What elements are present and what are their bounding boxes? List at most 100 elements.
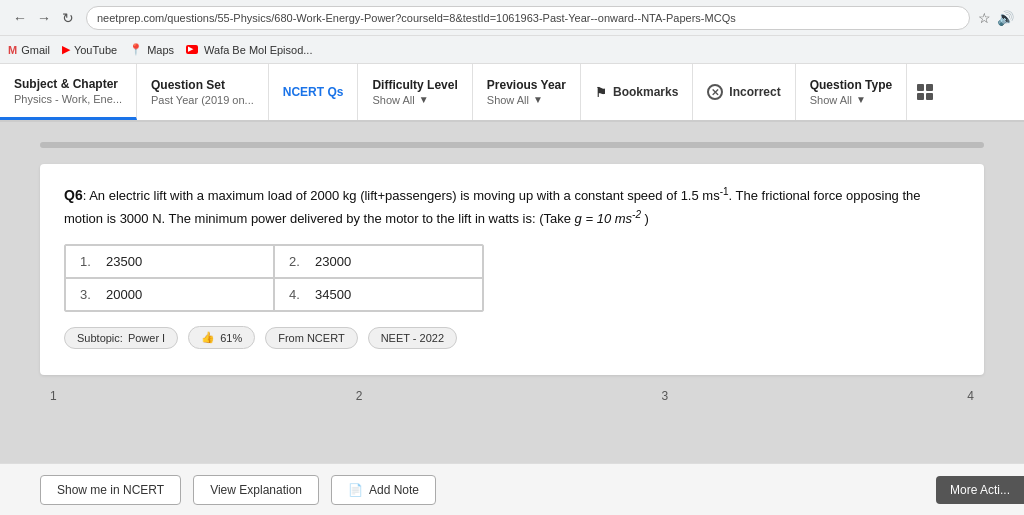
page-2[interactable]: 2 [356,389,363,403]
bookmark-wafa[interactable]: ▶ Wafa Be Mol Episod... [186,44,312,56]
add-note-button[interactable]: 📄 Add Note [331,475,436,505]
from-ncert-label: From NCERT [278,332,344,344]
option-4[interactable]: 4. 34500 [274,278,483,311]
option-3[interactable]: 3. 20000 [65,278,274,311]
address-bar[interactable]: neetprep.com/questions/55-Physics/680-Wo… [86,6,970,30]
exam-label: NEET - 2022 [381,332,444,344]
nav-buttons: ← → ↻ [10,8,78,28]
scroll-bar-hint[interactable] [40,142,984,148]
ncert-qs-label: NCERT Qs [283,85,344,99]
previous-year-filter[interactable]: Previous Year Show All ▼ [473,64,581,120]
option-4-num: 4. [289,287,305,302]
more-actions-button[interactable]: More Acti... [936,476,1024,504]
subtopic-tag[interactable]: Subtopic: Power I [64,327,178,349]
question-number: Q6 [64,187,83,203]
note-icon: 📄 [348,483,363,497]
option-1-num: 1. [80,254,96,269]
filter-toolbar: Subject & Chapter Physics - Work, Ene...… [0,64,1024,122]
question-set-value: Past Year (2019 on... [151,94,254,106]
page-1[interactable]: 1 [50,389,57,403]
options-grid: 1. 23500 2. 23000 3. 20000 4. 34500 [64,244,484,312]
exam-tag[interactable]: NEET - 2022 [368,327,457,349]
bookmark-youtube[interactable]: ▶ YouTube [62,43,117,56]
difficulty-dropdown-arrow: ▼ [419,94,429,105]
option-2[interactable]: 2. 23000 [274,245,483,278]
subtopic-value: Power I [128,332,165,344]
gmail-icon: M [8,44,17,56]
page-3[interactable]: 3 [662,389,669,403]
page-4[interactable]: 4 [967,389,974,403]
show-ncert-button[interactable]: Show me in NCERT [40,475,181,505]
option-2-value: 23000 [315,254,351,269]
option-1-value: 23500 [106,254,142,269]
show-ncert-label: Show me in NCERT [57,483,164,497]
question-type-value: Show All [810,94,852,106]
gmail-label: Gmail [21,44,50,56]
subject-chapter-value: Physics - Work, Ene... [14,93,122,105]
bookmarks-bar: M Gmail ▶ YouTube 📍 Maps ▶ Wafa Be Mol E… [0,36,1024,64]
bookmark-maps[interactable]: 📍 Maps [129,43,174,56]
question-formula: g = 10 ms-2 [575,211,645,226]
pagination-area: 1 2 3 4 [40,389,984,403]
option-3-num: 3. [80,287,96,302]
action-bar: Show me in NCERT View Explanation 📄 Add … [0,463,1024,515]
question-set-filter[interactable]: Question Set Past Year (2019 on... [137,64,269,120]
option-1[interactable]: 1. 23500 [65,245,274,278]
question-card: Q6: An electric lift with a maximum load… [40,164,984,375]
view-explanation-label: View Explanation [210,483,302,497]
bookmarks-filter[interactable]: ⚑ Bookmarks [581,64,693,120]
more-actions-label: More Acti... [950,483,1010,497]
url-text: neetprep.com/questions/55-Physics/680-Wo… [97,12,736,24]
tags-row: Subtopic: Power I 👍 61% From NCERT NEET … [64,326,960,349]
accuracy-tag[interactable]: 👍 61% [188,326,255,349]
option-2-num: 2. [289,254,305,269]
maps-label: Maps [147,44,174,56]
wafa-label: Wafa Be Mol Episod... [204,44,312,56]
question-type-filter[interactable]: Question Type Show All ▼ [796,64,907,120]
youtube-label: YouTube [74,44,117,56]
incorrect-x-icon: ✕ [707,84,723,100]
bookmark-gmail[interactable]: M Gmail [8,44,50,56]
question-type-label: Question Type [810,78,892,92]
option-3-value: 20000 [106,287,142,302]
previous-year-value: Show All [487,94,529,106]
reload-button[interactable]: ↻ [58,8,78,28]
previous-year-dropdown-arrow: ▼ [533,94,543,105]
main-content: Q6: An electric lift with a maximum load… [0,122,1024,515]
accuracy-value: 61% [220,332,242,344]
difficulty-level-filter[interactable]: Difficulty Level Show All ▼ [358,64,472,120]
audio-icon[interactable]: 🔊 [997,10,1014,26]
ncert-tag[interactable]: From NCERT [265,327,357,349]
difficulty-level-value: Show All [372,94,414,106]
question-body-text: An electric lift with a maximum load of … [89,188,719,203]
subject-chapter-label: Subject & Chapter [14,77,122,91]
maps-icon: 📍 [129,43,143,56]
question-superscript1: -1 [720,186,729,197]
difficulty-level-label: Difficulty Level [372,78,457,92]
subtopic-label: Subtopic: [77,332,123,344]
grid-squares-icon [917,84,933,100]
star-icon[interactable]: ☆ [978,10,991,26]
browser-bar: ← → ↻ neetprep.com/questions/55-Physics/… [0,0,1024,36]
incorrect-filter[interactable]: ✕ Incorrect [693,64,795,120]
question-text3: ) [645,211,649,226]
ncert-qs-filter[interactable]: NCERT Qs [269,64,359,120]
view-explanation-button[interactable]: View Explanation [193,475,319,505]
question-type-dropdown-arrow: ▼ [856,94,866,105]
youtube-icon: ▶ [62,43,70,56]
option-4-value: 34500 [315,287,351,302]
grid-view-icon[interactable] [907,64,943,120]
previous-year-label: Previous Year [487,78,566,92]
wafa-icon: ▶ [186,45,198,54]
thumb-icon: 👍 [201,331,215,344]
browser-action-icons: ☆ 🔊 [978,10,1014,26]
add-note-label: Add Note [369,483,419,497]
question-set-label: Question Set [151,78,254,92]
bookmark-flag-icon: ⚑ [595,85,607,100]
bookmarks-label: Bookmarks [613,85,678,99]
incorrect-label: Incorrect [729,85,780,99]
back-button[interactable]: ← [10,8,30,28]
question-text: Q6: An electric lift with a maximum load… [64,184,960,230]
subject-chapter-filter[interactable]: Subject & Chapter Physics - Work, Ene... [0,64,137,120]
forward-button[interactable]: → [34,8,54,28]
